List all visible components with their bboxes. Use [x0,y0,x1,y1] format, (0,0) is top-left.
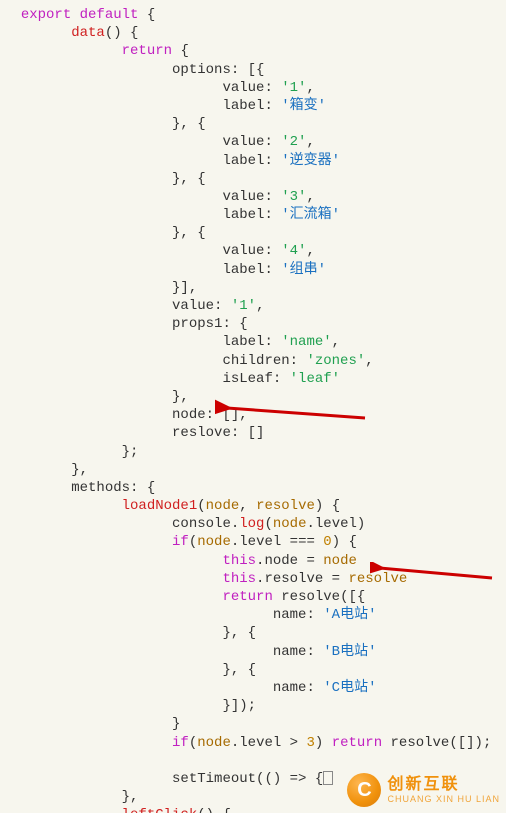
code-line: value: '3', [4,188,506,206]
code-line: reslove: [] [4,424,506,442]
code-line: isLeaf: 'leaf' [4,370,506,388]
code-line: if(node.level === 0) { [4,533,506,551]
code-line: } [4,715,506,733]
code-line: }]); [4,697,506,715]
watermark: C 创新互联 CHUANG XIN HU LIAN [347,773,500,807]
code-line: methods: { [4,479,506,497]
code-line: }, { [4,115,506,133]
code-line: value: '1', [4,79,506,97]
code-line: data() { [4,24,506,42]
code-line: children: 'zones', [4,352,506,370]
code-line: }, { [4,624,506,642]
code-line: if(node.level > 3) return resolve([]); [4,734,506,752]
code-line: this.node = node [4,552,506,570]
code-line: value: '2', [4,133,506,151]
code-line: options: [{ [4,61,506,79]
watermark-logo-icon: C [347,773,381,807]
code-editor-view: export default { data() { return { optio… [0,0,506,813]
code-line: console.log(node.level) [4,515,506,533]
code-line: }, [4,388,506,406]
code-line: props1: { [4,315,506,333]
code-line: }], [4,279,506,297]
code-line: name: 'C电站' [4,679,506,697]
code-line: label: '箱变' [4,97,506,115]
code-line: label: 'name', [4,333,506,351]
code-line: return resolve([{ [4,588,506,606]
watermark-en-text: CHUANG XIN HU LIAN [387,795,500,804]
code-line: label: '逆变器' [4,152,506,170]
code-line: this.resolve = resolve [4,570,506,588]
watermark-cn-text: 创新互联 [387,777,500,793]
code-line: export default { [4,6,506,24]
code-line: }; [4,443,506,461]
code-line: leftClick() { [4,806,506,813]
code-line: name: 'A电站' [4,606,506,624]
code-line: return { [4,42,506,60]
code-line: }, { [4,170,506,188]
code-line: label: '组串' [4,261,506,279]
code-line: loadNode1(node, resolve) { [4,497,506,515]
code-line: name: 'B电站' [4,643,506,661]
code-line: }, [4,461,506,479]
code-line: node: [], [4,406,506,424]
code-line: }, { [4,661,506,679]
code-line: value: '4', [4,242,506,260]
code-line: }, { [4,224,506,242]
code-line [4,752,506,770]
collapsed-fold-icon [323,771,333,785]
watermark-logo-letter: C [357,777,371,803]
code-line: value: '1', [4,297,506,315]
code-line: label: '汇流箱' [4,206,506,224]
